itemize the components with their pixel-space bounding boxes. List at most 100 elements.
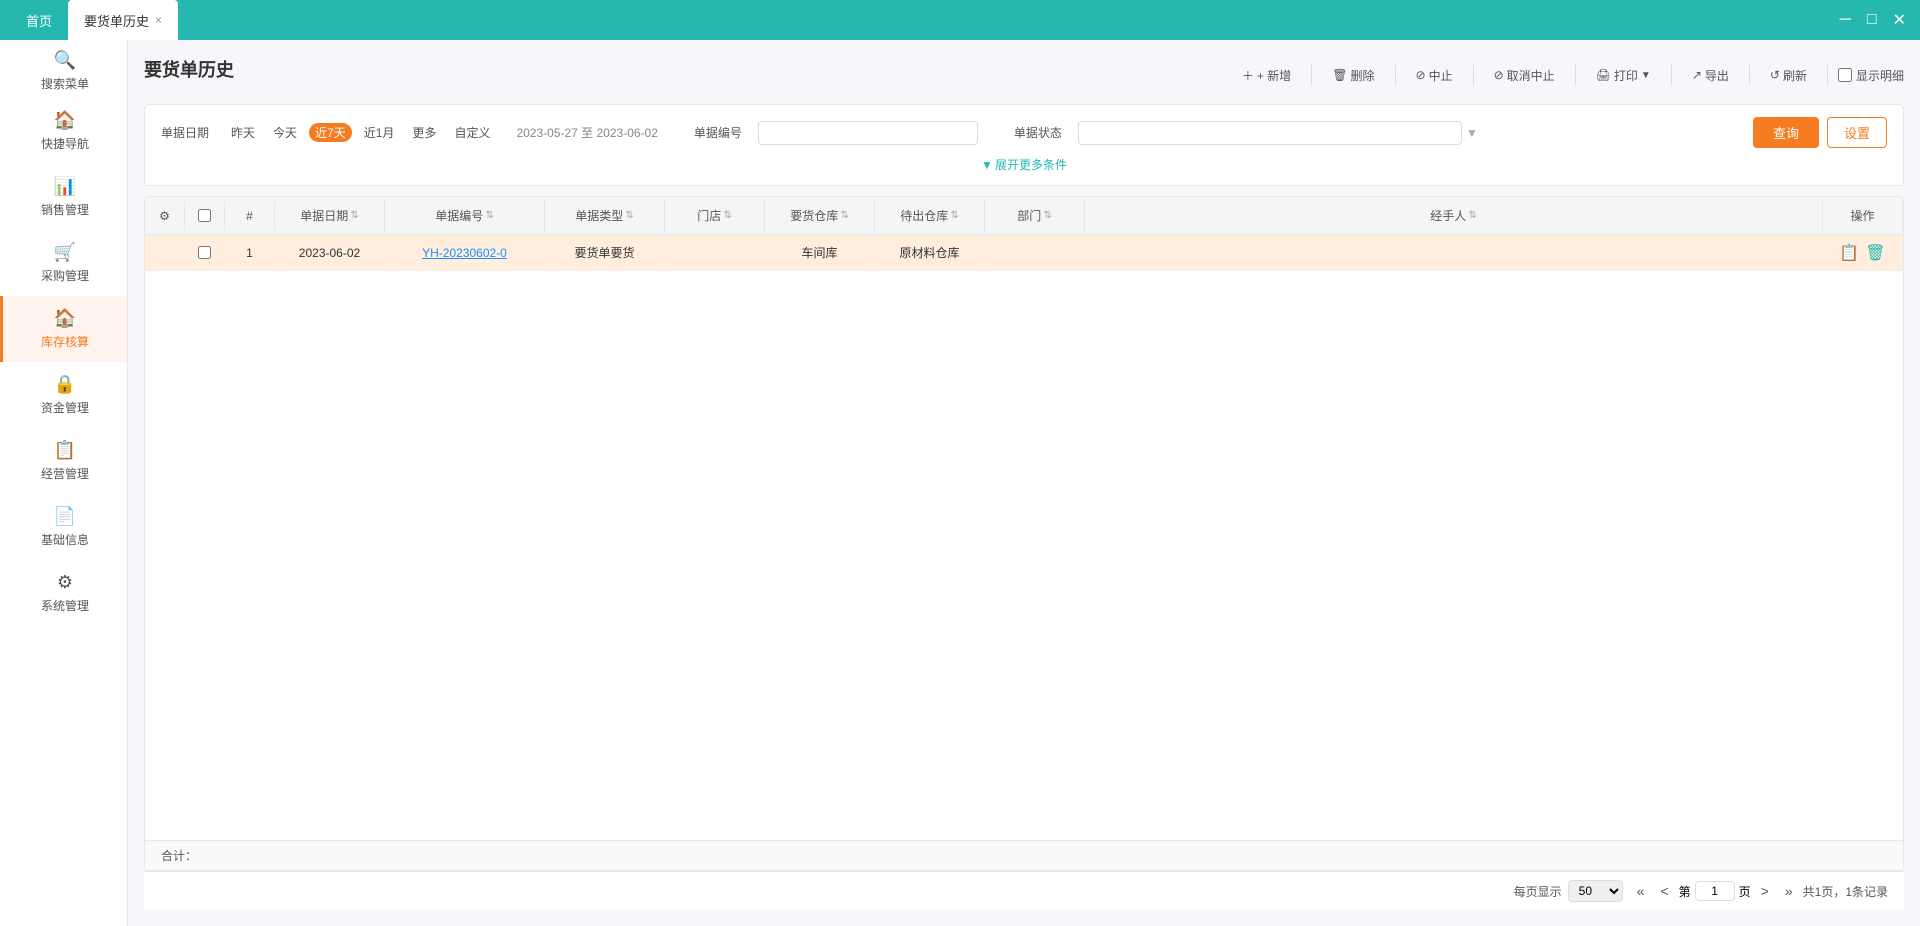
- query-button[interactable]: 查询: [1753, 117, 1819, 148]
- sidebar-item-quick-nav[interactable]: 🏠 快捷导航: [0, 98, 127, 164]
- td-type-1: 要货单要货: [545, 238, 665, 267]
- shortcut-more[interactable]: 更多: [406, 123, 442, 142]
- divider-3: [1473, 65, 1474, 85]
- sidebar-item-inventory[interactable]: 🏠 库存核算: [0, 296, 127, 362]
- sidebar-item-inventory-label: 库存核算: [41, 333, 89, 350]
- sys-mgmt-icon: ⚙: [57, 572, 73, 593]
- td-checkbox-1[interactable]: [185, 240, 225, 265]
- expand-more-button[interactable]: ▼ 展开更多条件: [981, 156, 1067, 173]
- td-code-1[interactable]: YH-20230602-0: [385, 240, 545, 266]
- th-settings[interactable]: ⚙: [145, 201, 185, 231]
- action-buttons: 查询 设置: [1753, 117, 1887, 148]
- delete-button[interactable]: 🗑 删除: [1322, 62, 1384, 89]
- shortcut-7days[interactable]: 近7天: [309, 123, 352, 142]
- print-button[interactable]: 🖨 打印 ▼: [1586, 62, 1661, 89]
- row-req-warehouse-1: 车间库: [801, 244, 837, 261]
- tab-home[interactable]: 首页: [10, 0, 68, 40]
- th-code[interactable]: 单据编号 ⇅: [385, 199, 545, 232]
- th-wait-warehouse[interactable]: 待出仓库 ⇅: [875, 199, 985, 232]
- inventory-icon: 🏠: [54, 308, 76, 329]
- print-icon: 🖨: [1596, 68, 1611, 82]
- show-detail-checkbox[interactable]: [1838, 68, 1852, 82]
- total-info: 共1页，1条记录: [1803, 883, 1888, 900]
- filter-bar: 单据日期 昨天 今天 近7天 近1月 更多 自定义 2023-05-27 至 2…: [144, 104, 1904, 186]
- new-button[interactable]: ＋ + 新增: [1232, 62, 1301, 89]
- tab-requisition-history[interactable]: 要货单历史 ×: [68, 0, 178, 40]
- th-action: 操作: [1823, 199, 1903, 232]
- shortcut-custom[interactable]: 自定义: [448, 123, 496, 142]
- refresh-button[interactable]: ↺ 刷新: [1760, 62, 1817, 89]
- doc-no-input[interactable]: [758, 121, 978, 145]
- table-row: 1 2023-06-02 YH-20230602-0 要货单要货 车间库: [145, 235, 1903, 271]
- close-icon[interactable]: ✕: [1889, 6, 1910, 34]
- cancel-suspend-button[interactable]: ⊘ 取消中止: [1484, 62, 1565, 89]
- sidebar-item-sys-mgmt[interactable]: ⚙ 系统管理: [0, 560, 127, 626]
- prev-page-button[interactable]: <: [1654, 881, 1674, 901]
- tab-close-icon[interactable]: ×: [155, 13, 162, 27]
- row-edit-icon-1[interactable]: 📋: [1839, 243, 1859, 263]
- doc-status-dropdown-icon[interactable]: ▼: [1466, 126, 1478, 140]
- row-delete-icon-1[interactable]: 🗑: [1865, 243, 1885, 263]
- delete-icon: 🗑: [1332, 68, 1347, 82]
- sidebar-item-sales-mgmt[interactable]: 📊 销售管理: [0, 164, 127, 230]
- suspend-button[interactable]: ⊘ 中止: [1406, 62, 1463, 89]
- last-page-button[interactable]: »: [1779, 881, 1799, 901]
- th-type[interactable]: 单据类型 ⇅: [545, 199, 665, 232]
- th-handler[interactable]: 经手人 ⇅: [1085, 199, 1823, 232]
- th-date[interactable]: 单据日期 ⇅: [275, 199, 385, 232]
- cancel-suspend-icon: ⊘: [1494, 68, 1504, 82]
- th-req-warehouse[interactable]: 要货仓库 ⇅: [765, 199, 875, 232]
- sidebar-item-search-menu[interactable]: 🔍 搜索菜单: [0, 40, 127, 98]
- th-store[interactable]: 门店 ⇅: [665, 199, 765, 232]
- row-wait-warehouse-1: 原材料仓库: [899, 244, 959, 261]
- doc-status-input[interactable]: [1078, 121, 1462, 145]
- first-page-button[interactable]: «: [1631, 881, 1651, 901]
- expand-more-label: 展开更多条件: [995, 156, 1067, 173]
- sidebar-item-sys-mgmt-label: 系统管理: [41, 597, 89, 614]
- date-filter-label: 单据日期: [161, 124, 209, 141]
- per-page-select[interactable]: 10 20 50 100: [1568, 880, 1623, 902]
- expand-down-icon: ▼: [981, 158, 993, 172]
- show-detail-toggle[interactable]: 显示明细: [1838, 67, 1904, 84]
- export-button[interactable]: ↗ 导出: [1682, 62, 1739, 89]
- shortcut-1month[interactable]: 近1月: [358, 123, 401, 142]
- date-shortcuts: 昨天 今天 近7天 近1月 更多 自定义: [225, 123, 496, 142]
- suspend-label: 中止: [1429, 67, 1453, 84]
- cancel-suspend-label: 取消中止: [1507, 67, 1555, 84]
- doc-no-label: 单据编号: [694, 124, 742, 141]
- top-bar: 首页 要货单历史 × ─ □ ✕: [0, 0, 1920, 40]
- maximize-icon[interactable]: □: [1863, 7, 1881, 33]
- export-icon: ↗: [1692, 68, 1702, 82]
- sidebar-item-ops-mgmt[interactable]: 📋 经营管理: [0, 428, 127, 494]
- pagination: 每页显示 10 20 50 100 « < 第 页 > » 共1页，1条记录: [144, 871, 1904, 910]
- next-page-button[interactable]: >: [1755, 881, 1775, 901]
- td-num-1: 1: [225, 240, 275, 266]
- sidebar-item-finance-label: 资金管理: [41, 399, 89, 416]
- th-checkbox[interactable]: [185, 201, 225, 230]
- refresh-label: 刷新: [1783, 67, 1807, 84]
- print-dropdown-icon: ▼: [1641, 70, 1651, 81]
- footer-summary-label: 合计：: [161, 849, 197, 863]
- th-dept[interactable]: 部门 ⇅: [985, 199, 1085, 232]
- settings-button[interactable]: 设置: [1827, 117, 1887, 148]
- sidebar-item-sales-mgmt-label: 销售管理: [41, 201, 89, 218]
- td-handler-1: [1085, 247, 1823, 259]
- sidebar-item-basic-info-label: 基础信息: [41, 531, 89, 548]
- td-settings-1: [145, 247, 185, 259]
- minimize-icon[interactable]: ─: [1836, 7, 1855, 33]
- row-code-1: YH-20230602-0: [422, 246, 507, 260]
- toolbar: ＋ + 新增 🗑 删除 ⊘ 中止 ⊘ 取消中止: [1232, 62, 1904, 89]
- select-all-checkbox[interactable]: [198, 209, 211, 222]
- shortcut-yesterday[interactable]: 昨天: [225, 123, 261, 142]
- sidebar-item-finance[interactable]: 🔒 资金管理: [0, 362, 127, 428]
- shortcut-today[interactable]: 今天: [267, 123, 303, 142]
- page-label: 第: [1679, 883, 1691, 900]
- page-input[interactable]: [1695, 881, 1735, 901]
- tab-requisition-history-label: 要货单历史: [84, 11, 149, 30]
- sidebar-item-basic-info[interactable]: 📄 基础信息: [0, 494, 127, 560]
- per-page-label: 每页显示: [1514, 883, 1562, 900]
- new-label: + 新增: [1257, 67, 1291, 84]
- sidebar-item-purchase-mgmt[interactable]: 🛒 采购管理: [0, 230, 127, 296]
- export-label: 导出: [1705, 67, 1729, 84]
- row-checkbox-1[interactable]: [198, 246, 211, 259]
